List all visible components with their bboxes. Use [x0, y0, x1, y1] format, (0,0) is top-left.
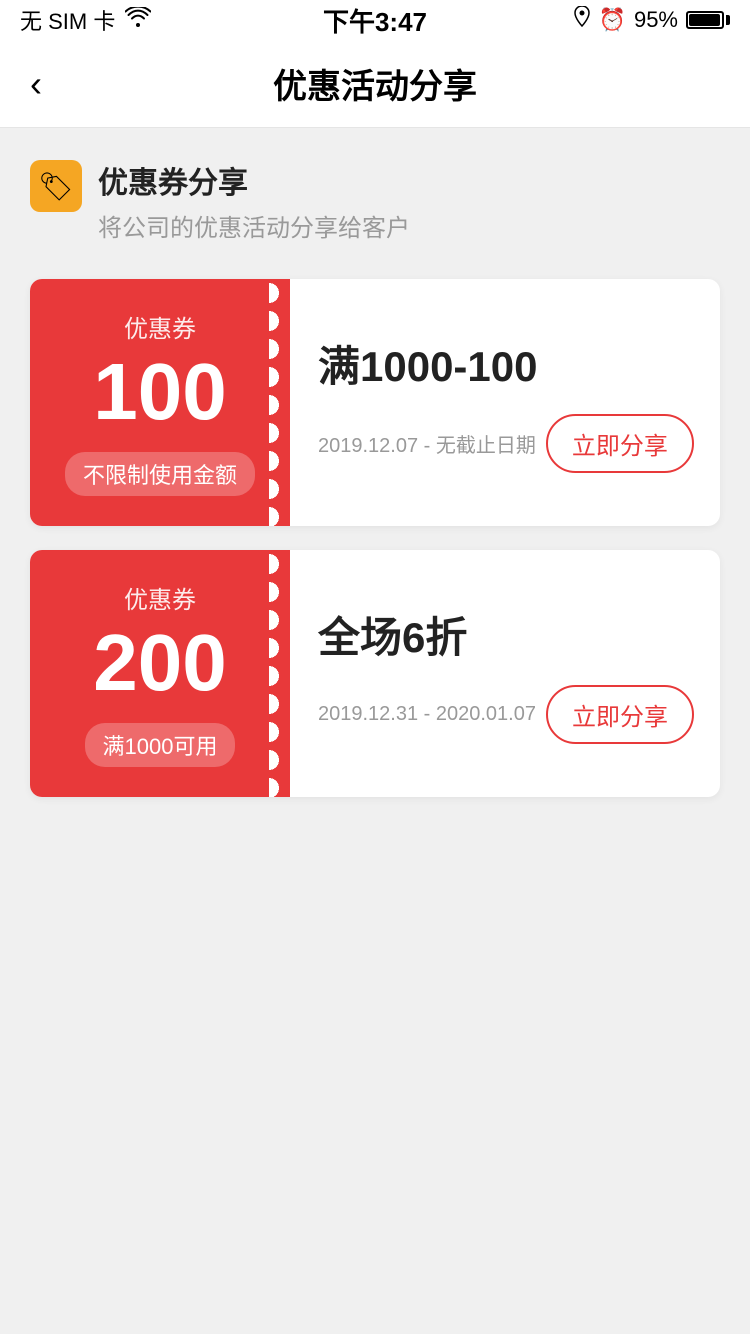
- coupon-label-1: 优惠券: [124, 309, 196, 344]
- status-left: 无 SIM 卡: [20, 4, 151, 36]
- nav-title: 优惠活动分享: [273, 59, 477, 108]
- section-title: 优惠券分享: [98, 158, 410, 202]
- coupon-right-2: 全场6折 2019.12.31 - 2020.01.07 立即分享: [290, 550, 720, 797]
- coupon-date-1: 2019.12.07 - 无截止日期: [318, 429, 536, 458]
- battery-icon: [686, 11, 730, 29]
- coupon-list: 优惠券 100 不限制使用金额 满1000-100 2019.12.07 - 无…: [0, 259, 750, 817]
- coupon-right-1: 满1000-100 2019.12.07 - 无截止日期 立即分享: [290, 279, 720, 526]
- coupon-amount-2: 200: [93, 623, 226, 703]
- status-bar: 无 SIM 卡 下午3:47 ⏰ 95%: [0, 0, 750, 40]
- coupon-left-2: 优惠券 200 满1000可用: [30, 550, 290, 797]
- coupon-condition-1: 不限制使用金额: [65, 452, 255, 496]
- coupon-section-icon: 🏷: [30, 160, 82, 212]
- coupon-amount-1: 100: [93, 352, 226, 432]
- status-right: ⏰ 95%: [573, 6, 730, 34]
- coupon-meta-row-1: 2019.12.07 - 无截止日期 立即分享: [318, 414, 692, 473]
- empty-area: [0, 817, 750, 1317]
- coupon-card-1: 优惠券 100 不限制使用金额 满1000-100 2019.12.07 - 无…: [30, 279, 720, 526]
- section-subtitle: 将公司的优惠活动分享给客户: [98, 208, 410, 243]
- back-button[interactable]: ‹: [30, 66, 42, 102]
- coupon-name-2: 全场6折: [318, 604, 692, 665]
- coupon-date-2: 2019.12.31 - 2020.01.07: [318, 703, 536, 726]
- carrier-text: 无 SIM 卡: [20, 4, 115, 36]
- coupon-condition-2: 满1000可用: [85, 723, 236, 767]
- coupon-meta-row-2: 2019.12.31 - 2020.01.07 立即分享: [318, 685, 692, 744]
- alarm-icon: ⏰: [599, 7, 626, 33]
- section-text-group: 优惠券分享 将公司的优惠活动分享给客户: [98, 158, 410, 243]
- share-button-2[interactable]: 立即分享: [546, 685, 694, 744]
- status-time: 下午3:47: [323, 2, 427, 39]
- coupon-label-2: 优惠券: [124, 580, 196, 615]
- location-icon: [573, 6, 591, 34]
- coupon-name-1: 满1000-100: [318, 333, 692, 394]
- battery-percent: 95%: [634, 7, 678, 33]
- coupon-left-1: 优惠券 100 不限制使用金额: [30, 279, 290, 526]
- wifi-icon: [125, 7, 151, 33]
- section-header: 🏷 优惠券分享 将公司的优惠活动分享给客户: [0, 128, 750, 259]
- coupon-card-2: 优惠券 200 满1000可用 全场6折 2019.12.31 - 2020.0…: [30, 550, 720, 797]
- share-button-1[interactable]: 立即分享: [546, 414, 694, 473]
- nav-bar: ‹ 优惠活动分享: [0, 40, 750, 128]
